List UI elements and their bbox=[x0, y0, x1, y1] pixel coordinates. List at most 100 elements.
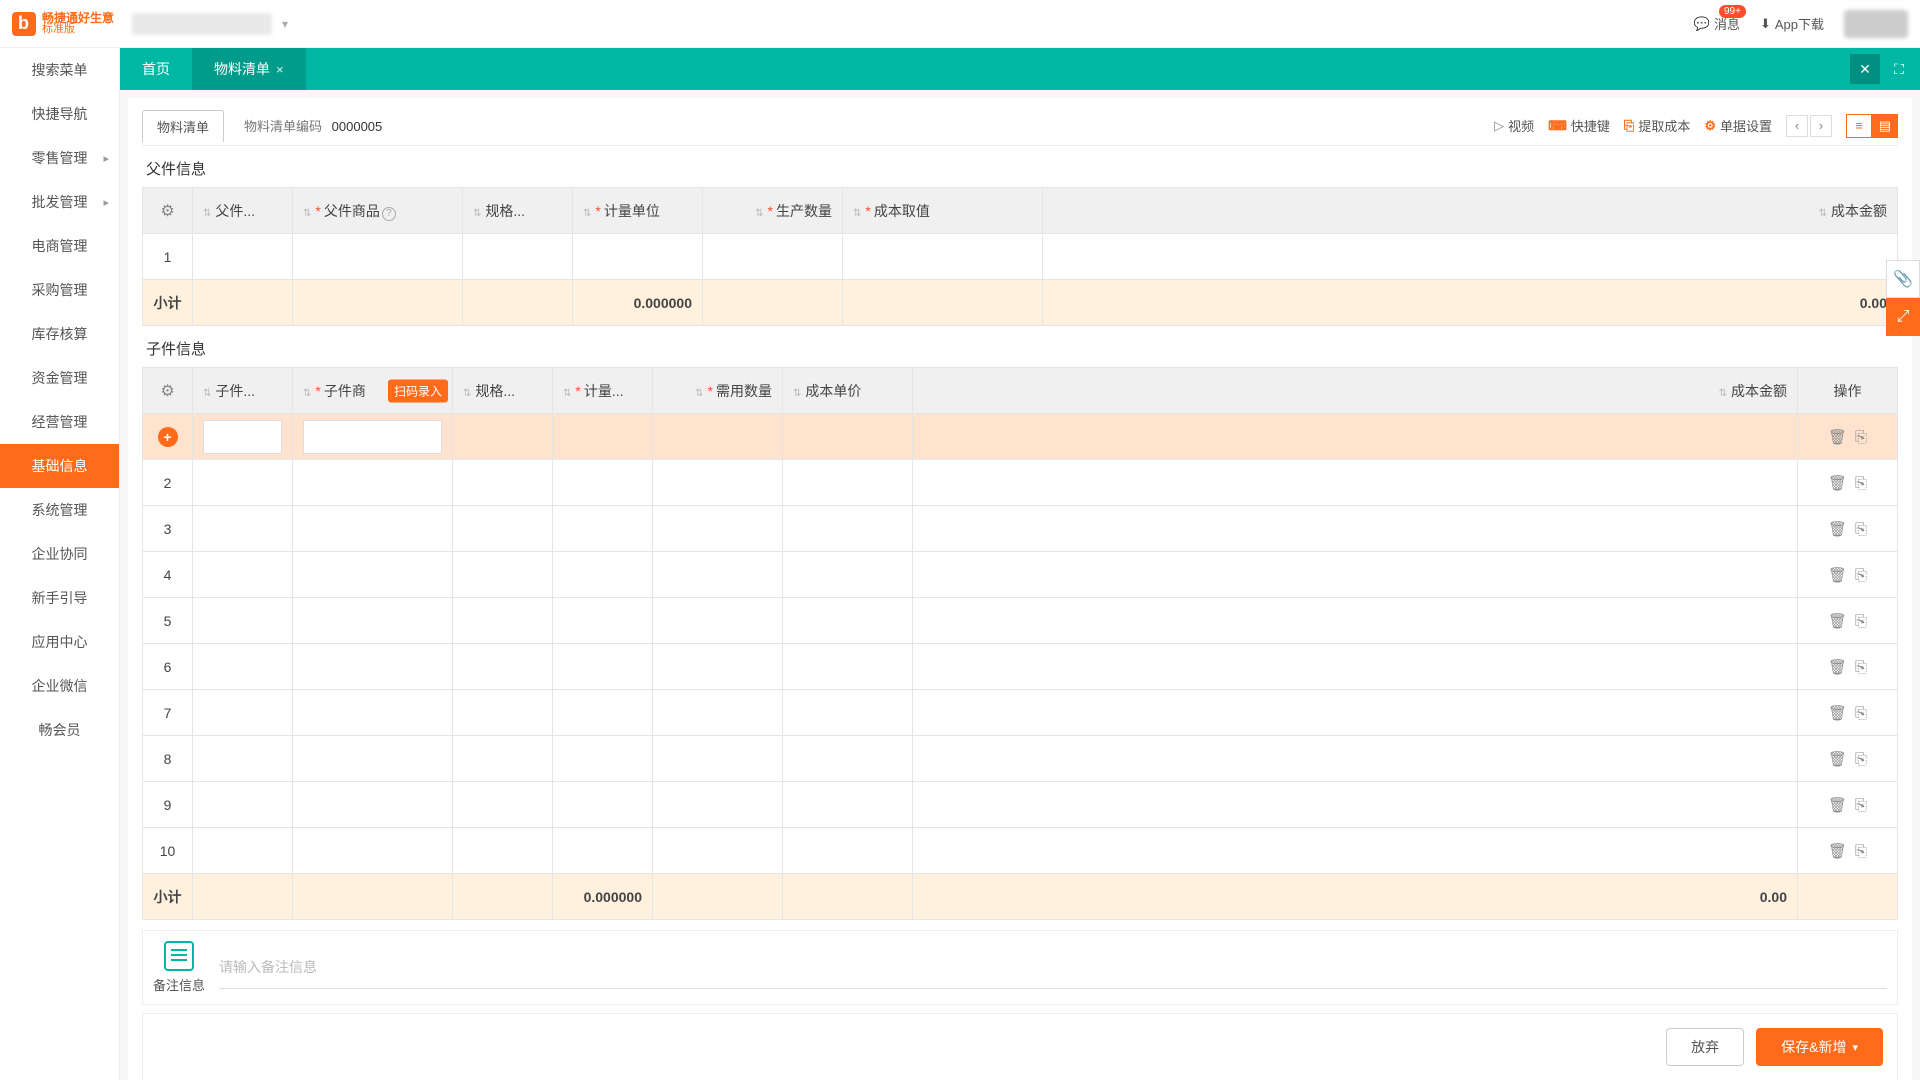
child-product-input[interactable] bbox=[303, 420, 442, 454]
sidebar-item[interactable]: 快捷导航 bbox=[0, 92, 119, 136]
child-code-input[interactable] bbox=[203, 420, 282, 454]
child-row[interactable]: 5🗑⎘ bbox=[143, 598, 1898, 644]
bom-code-label: 物料清单编码 bbox=[244, 119, 322, 134]
child-col-unit[interactable]: ⇅*计量... bbox=[553, 368, 653, 414]
app-download-button[interactable]: ⬇ App下载 bbox=[1760, 14, 1824, 33]
child-row[interactable]: 9🗑⎘ bbox=[143, 782, 1898, 828]
sidebar-item[interactable]: 资金管理 bbox=[0, 356, 119, 400]
sidebar-item[interactable]: 应用中心 bbox=[0, 620, 119, 664]
parent-col-unit[interactable]: ⇅*计量单位 bbox=[573, 188, 703, 234]
delete-row-icon[interactable]: 🗑 bbox=[1824, 659, 1851, 676]
child-subtotal-amt: 0.00 bbox=[913, 874, 1798, 920]
sidebar-item[interactable]: 零售管理▸ bbox=[0, 136, 119, 180]
child-col-qty[interactable]: ⇅*需用数量 bbox=[653, 368, 783, 414]
parent-col-code[interactable]: ⇅父件... bbox=[193, 188, 293, 234]
sidebar-item[interactable]: 企业微信 bbox=[0, 664, 119, 708]
doc-setting-link[interactable]: ⚙单据设置 bbox=[1704, 116, 1772, 135]
delete-row-icon[interactable]: 🗑 bbox=[1824, 797, 1851, 814]
fullscreen-icon[interactable]: ⛶ bbox=[1884, 54, 1914, 84]
gear-icon: ⚙ bbox=[1704, 118, 1716, 134]
help-icon[interactable]: ? bbox=[382, 207, 396, 221]
messages-button[interactable]: 💬 消息 99+ bbox=[1694, 14, 1740, 33]
child-row[interactable]: 2🗑⎘ bbox=[143, 460, 1898, 506]
video-link[interactable]: ▷视频 bbox=[1494, 116, 1534, 135]
view-list-button[interactable]: ≡ bbox=[1846, 114, 1872, 138]
add-row-button[interactable]: + bbox=[158, 427, 178, 447]
child-col-code[interactable]: ⇅子件... bbox=[193, 368, 293, 414]
copy-row-icon[interactable]: ⎘ bbox=[1851, 705, 1871, 722]
parent-subtotal-amt: 0.00 bbox=[1043, 280, 1898, 326]
save-new-button[interactable]: 保存&新增▾ bbox=[1756, 1028, 1883, 1066]
parent-col-qty[interactable]: ⇅*生产数量 bbox=[703, 188, 843, 234]
discard-button[interactable]: 放弃 bbox=[1666, 1028, 1744, 1066]
next-record-button[interactable]: › bbox=[1810, 115, 1832, 137]
sidebar-item[interactable]: 搜索菜单 bbox=[0, 48, 119, 92]
expand-icon[interactable]: ⤢ bbox=[1886, 298, 1920, 336]
topbar: 畅捷通好生意 标准版 ▾ 💬 消息 99+ ⬇ App下载 bbox=[0, 0, 1920, 48]
child-row[interactable]: 7🗑⎘ bbox=[143, 690, 1898, 736]
delete-row-icon[interactable]: 🗑 bbox=[1824, 751, 1851, 768]
child-row[interactable]: 10🗑⎘ bbox=[143, 828, 1898, 874]
org-selector-blurred[interactable] bbox=[132, 13, 272, 35]
parent-col-product[interactable]: ⇅*父件商品? bbox=[293, 188, 463, 234]
sidebar-item[interactable]: 电商管理 bbox=[0, 224, 119, 268]
delete-row-icon[interactable]: 🗑 bbox=[1824, 475, 1851, 492]
delete-row-icon[interactable]: 🗑 bbox=[1824, 613, 1851, 630]
gear-icon: ⚙ bbox=[160, 203, 174, 220]
delete-row-icon[interactable]: 🗑 bbox=[1824, 843, 1851, 860]
delete-row-icon[interactable]: 🗑 bbox=[1824, 705, 1851, 722]
copy-row-icon[interactable]: ⎘ bbox=[1851, 659, 1871, 676]
close-icon[interactable]: × bbox=[276, 62, 284, 77]
tab[interactable]: 首页 bbox=[120, 48, 192, 90]
child-row[interactable]: 6🗑⎘ bbox=[143, 644, 1898, 690]
child-row[interactable]: 8🗑⎘ bbox=[143, 736, 1898, 782]
child-col-price[interactable]: ⇅成本单价 bbox=[783, 368, 913, 414]
sidebar-item[interactable]: 经营管理 bbox=[0, 400, 119, 444]
child-row[interactable]: 3🗑⎘ bbox=[143, 506, 1898, 552]
scan-entry-button[interactable]: 扫码录入 bbox=[388, 379, 448, 402]
view-form-button[interactable]: ▤ bbox=[1872, 114, 1898, 138]
extract-cost-link[interactable]: ⎘提取成本 bbox=[1624, 116, 1690, 135]
copy-row-icon[interactable]: ⎘ bbox=[1851, 521, 1871, 538]
sidebar-item[interactable]: 企业协同 bbox=[0, 532, 119, 576]
copy-row-icon[interactable]: ⎘ bbox=[1851, 843, 1871, 860]
copy-row-icon[interactable]: ⎘ bbox=[1851, 429, 1871, 446]
prev-record-button[interactable]: ‹ bbox=[1786, 115, 1808, 137]
subtab-bom[interactable]: 物料清单 bbox=[142, 110, 224, 142]
child-col-amt[interactable]: ⇅成本金额 bbox=[913, 368, 1798, 414]
parent-col-costamt[interactable]: ⇅成本金额 bbox=[1043, 188, 1898, 234]
sidebar-item[interactable]: 批发管理▸ bbox=[0, 180, 119, 224]
copy-row-icon[interactable]: ⎘ bbox=[1851, 475, 1871, 492]
delete-row-icon[interactable]: 🗑 bbox=[1824, 567, 1851, 584]
avatar-blurred[interactable] bbox=[1844, 10, 1908, 38]
child-row[interactable]: 4🗑⎘ bbox=[143, 552, 1898, 598]
copy-row-icon[interactable]: ⎘ bbox=[1851, 567, 1871, 584]
sidebar-item[interactable]: 畅会员 bbox=[0, 708, 119, 752]
sidebar-item[interactable]: 系统管理 bbox=[0, 488, 119, 532]
delete-row-icon[interactable]: 🗑 bbox=[1824, 521, 1851, 538]
chevron-down-icon[interactable]: ▾ bbox=[282, 17, 288, 31]
child-col-product[interactable]: ⇅*子件商扫码录入 bbox=[293, 368, 453, 414]
child-col-gear[interactable]: ⚙ bbox=[143, 368, 193, 414]
sidebar-item[interactable]: 采购管理 bbox=[0, 268, 119, 312]
sidebar-item[interactable]: 库存核算 bbox=[0, 312, 119, 356]
parent-col-spec[interactable]: ⇅规格... bbox=[463, 188, 573, 234]
parent-col-costsrc[interactable]: ⇅*成本取值 bbox=[843, 188, 1043, 234]
parent-row[interactable]: 1 bbox=[143, 234, 1898, 280]
copy-row-icon[interactable]: ⎘ bbox=[1851, 613, 1871, 630]
child-row-active[interactable]: + 🗑⎘ bbox=[143, 414, 1898, 460]
copy-row-icon[interactable]: ⎘ bbox=[1851, 751, 1871, 768]
child-col-spec[interactable]: ⇅规格... bbox=[453, 368, 553, 414]
tab-close-button[interactable]: ✕ bbox=[1850, 54, 1880, 84]
copy-row-icon[interactable]: ⎘ bbox=[1851, 797, 1871, 814]
remark-input[interactable] bbox=[219, 947, 1887, 989]
sidebar-item[interactable]: 新手引导 bbox=[0, 576, 119, 620]
brand-line2: 标准版 bbox=[42, 24, 114, 35]
sidebar-item[interactable]: 基础信息 bbox=[0, 444, 119, 488]
hotkey-link[interactable]: ⌨快捷键 bbox=[1548, 116, 1610, 135]
delete-row-icon[interactable]: 🗑 bbox=[1824, 429, 1851, 446]
main-content: 物料清单 物料清单编码 0000005 ▷视频 ⌨快捷键 ⎘提取成本 ⚙单据设置… bbox=[120, 90, 1920, 1080]
tab[interactable]: 物料清单× bbox=[192, 48, 306, 90]
attach-icon[interactable]: 📎 bbox=[1886, 260, 1920, 298]
parent-col-gear[interactable]: ⚙ bbox=[143, 188, 193, 234]
